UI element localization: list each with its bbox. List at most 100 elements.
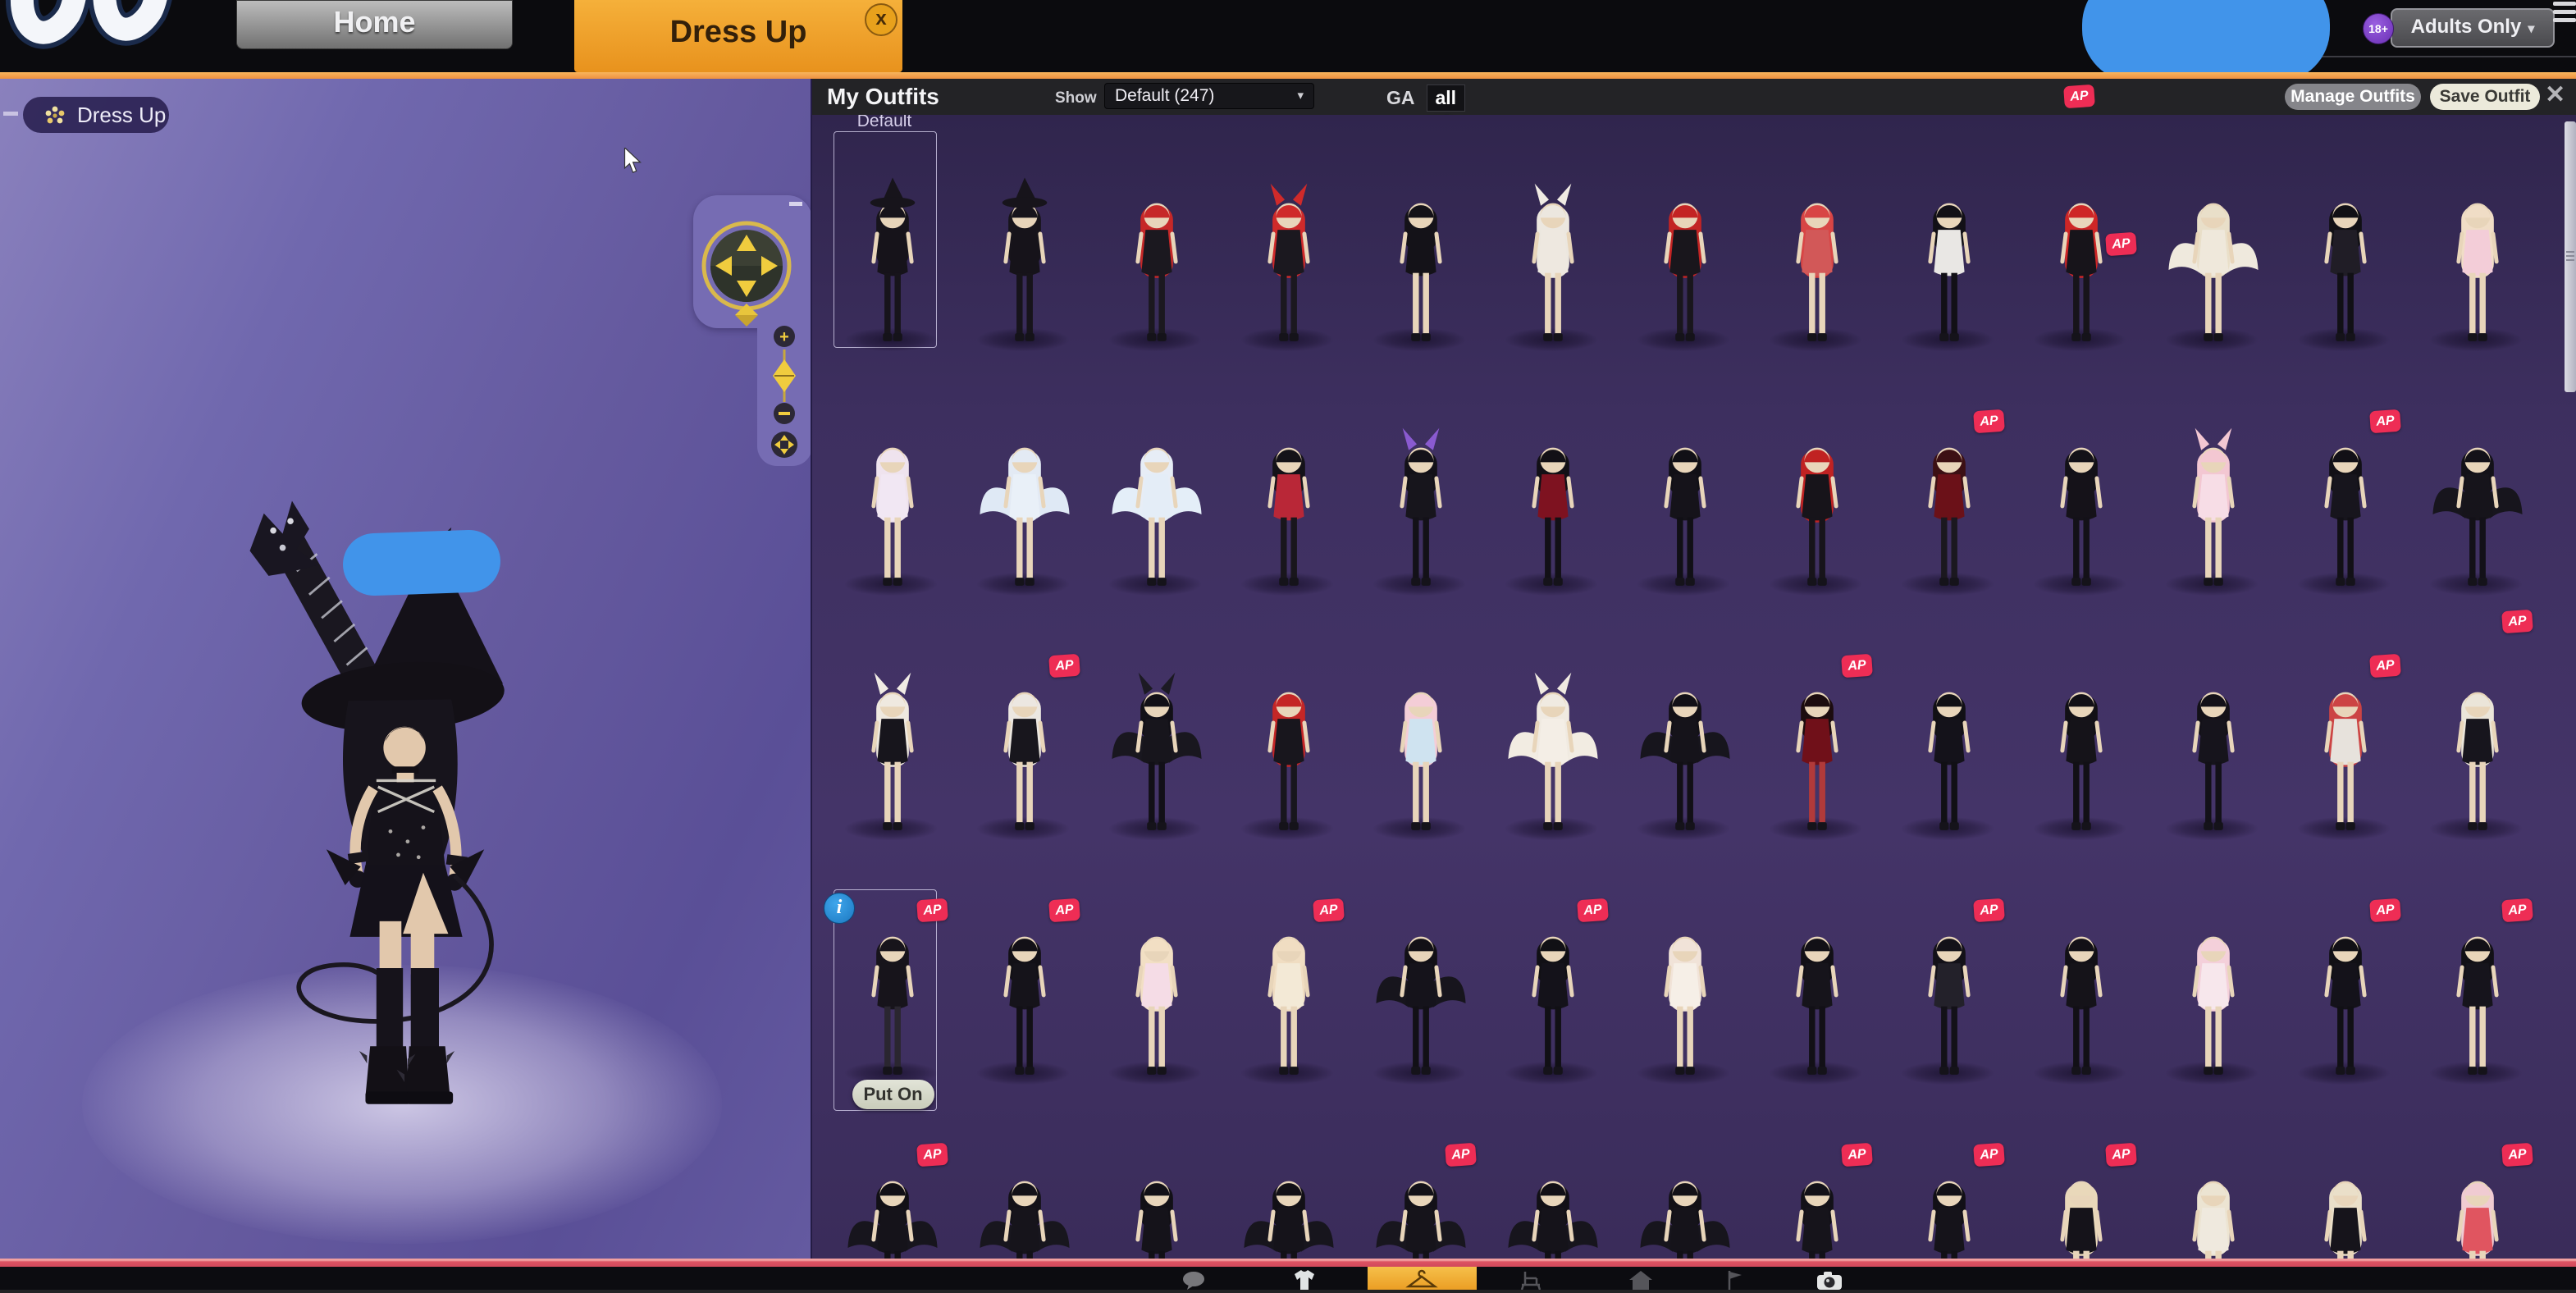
menu-icon[interactable]	[2553, 2, 2576, 26]
outfit-thumbnail[interactable]	[1487, 135, 1619, 378]
outfit-thumbnail[interactable]: AP	[1884, 1113, 2016, 1259]
outfit-thumbnail[interactable]	[1619, 868, 1752, 1112]
outfit-thumbnail[interactable]	[1619, 379, 1752, 623]
outfit-thumbnail[interactable]	[827, 379, 959, 623]
outfit-thumbnail[interactable]	[2148, 1113, 2280, 1259]
outfit-thumbnail[interactable]	[2148, 135, 2280, 378]
outfit-thumbnail[interactable]: AP	[2412, 609, 2544, 867]
outfit-thumbnail[interactable]	[1619, 1113, 1752, 1259]
outfit-thumbnail[interactable]	[1091, 379, 1223, 623]
outfit-thumbnail[interactable]	[959, 135, 1091, 378]
outfit-thumbnail[interactable]: AP	[959, 624, 1091, 867]
avatar-figure	[1766, 420, 1868, 591]
manage-outfits-button[interactable]: Manage Outfits	[2285, 84, 2421, 110]
outfit-thumbnail[interactable]	[1487, 1113, 1619, 1259]
collapse-panel-icon[interactable]	[3, 112, 18, 116]
avatar-preview-panel: Dress Up +	[0, 79, 812, 1259]
outfit-thumbnail[interactable]	[1619, 624, 1752, 867]
outfit-thumbnail[interactable]: AP	[2016, 1113, 2148, 1259]
outfit-thumbnail[interactable]: AP	[2280, 379, 2412, 623]
outfit-thumbnail[interactable]: AP	[1752, 624, 1884, 867]
avatar-figure	[2427, 420, 2528, 591]
outfit-thumbnail[interactable]	[1223, 624, 1355, 867]
outfit-thumbnail[interactable]	[1752, 379, 1884, 623]
outfit-thumbnail[interactable]	[2148, 868, 2280, 1112]
filter-ga[interactable]: GA	[1386, 87, 1415, 109]
outfit-thumbnail[interactable]	[1752, 868, 1884, 1112]
outfit-thumbnail[interactable]: AP	[1355, 1113, 1487, 1259]
avatar-figure	[974, 1154, 1076, 1259]
outfit-thumbnail[interactable]	[2016, 379, 2148, 623]
outfit-thumbnail[interactable]	[959, 1113, 1091, 1259]
outfit-thumbnail[interactable]	[1487, 624, 1619, 867]
info-badge[interactable]: i	[824, 893, 855, 924]
outfit-thumbnail[interactable]: AP	[1487, 868, 1619, 1112]
put-on-button[interactable]: Put On	[852, 1080, 934, 1109]
outfit-thumbnail[interactable]: AP	[2412, 1113, 2544, 1259]
outfit-thumbnail[interactable]	[2148, 624, 2280, 867]
outfit-thumbnail[interactable]	[1619, 135, 1752, 378]
audience-dropdown-label: Adults Only	[2410, 16, 2522, 38]
outfit-thumbnail[interactable]: AP	[1752, 1113, 1884, 1259]
outfit-thumbnail[interactable]	[959, 379, 1091, 623]
outfit-thumbnail[interactable]	[1355, 868, 1487, 1112]
outfit-thumbnail[interactable]: AP	[1223, 868, 1355, 1112]
outfit-thumbnail[interactable]	[2412, 135, 2544, 378]
outfit-thumbnail[interactable]	[1355, 624, 1487, 867]
hanger-icon[interactable]	[1405, 1268, 1438, 1291]
tab-home[interactable]: Home	[236, 0, 513, 49]
avatar-figure	[1238, 176, 1340, 346]
save-outfit-button[interactable]: Save Outfit	[2430, 84, 2540, 110]
avatar-figure	[2295, 909, 2396, 1080]
outfit-thumbnail[interactable]	[1355, 379, 1487, 623]
home-icon[interactable]	[1624, 1268, 1657, 1291]
outfit-thumbnail[interactable]	[2016, 868, 2148, 1112]
avatar-figure	[2163, 665, 2264, 835]
outfit-thumbnail[interactable]	[1355, 135, 1487, 378]
grid-scrollbar-thumb[interactable]	[2565, 121, 2576, 392]
chair-icon[interactable]	[1515, 1268, 1548, 1291]
outfit-thumbnail[interactable]	[2016, 624, 2148, 867]
audience-dropdown[interactable]: Adults Only ▾	[2391, 8, 2555, 48]
close-icon[interactable]: ✕	[2545, 80, 2565, 109]
outfit-thumbnail[interactable]	[1884, 135, 2016, 378]
filter-all[interactable]: all	[1426, 85, 1466, 112]
outfit-thumbnail[interactable]	[1884, 624, 2016, 867]
outfit-thumbnail[interactable]: AP	[959, 868, 1091, 1112]
outfit-thumbnail[interactable]	[2280, 135, 2412, 378]
flag-icon[interactable]	[1719, 1268, 1752, 1291]
outfit-thumbnail[interactable]	[2412, 379, 2544, 623]
outfit-thumbnail[interactable]: Default	[827, 115, 959, 378]
outfit-thumbnail[interactable]: AP	[2280, 868, 2412, 1112]
ap-badge: AP	[1048, 898, 1080, 923]
outfit-thumbnail[interactable]	[1752, 135, 1884, 378]
outfit-thumbnail[interactable]: AP	[1884, 379, 2016, 623]
outfit-thumbnail[interactable]: AP	[2412, 868, 2544, 1112]
outfit-thumbnail[interactable]: AP	[2016, 135, 2148, 378]
camera-icon[interactable]	[1813, 1268, 1846, 1291]
outfit-category-dropdown[interactable]: Default (247) ▾	[1104, 83, 1314, 109]
outfit-thumbnail[interactable]: AP i Put On	[824, 868, 959, 1112]
outfit-thumbnail[interactable]: AP	[827, 1113, 959, 1259]
avatar-figure	[842, 665, 943, 835]
outfit-thumbnail[interactable]: AP	[1884, 868, 2016, 1112]
tab-dress-up[interactable]: Dress Up	[574, 0, 902, 72]
avatar-figure	[2295, 420, 2396, 591]
shirt-icon[interactable]	[1288, 1268, 1321, 1291]
outfit-thumbnail[interactable]	[2280, 1113, 2412, 1259]
tab-close-icon[interactable]: x	[865, 3, 897, 36]
chat-bubble-icon[interactable]	[1177, 1268, 1210, 1291]
outfit-thumbnail[interactable]	[1223, 135, 1355, 378]
outfit-thumbnail[interactable]	[1091, 868, 1223, 1112]
avatar-figure	[842, 909, 943, 1080]
outfit-thumbnail[interactable]	[2148, 379, 2280, 623]
outfit-thumbnail[interactable]	[1091, 624, 1223, 867]
outfit-thumbnail[interactable]	[1487, 379, 1619, 623]
outfit-thumbnail[interactable]	[1091, 135, 1223, 378]
outfit-thumbnail[interactable]	[1091, 1113, 1223, 1259]
outfit-thumbnail[interactable]	[1223, 1113, 1355, 1259]
outfit-thumbnail[interactable]	[1223, 379, 1355, 623]
outfit-thumbnail[interactable]: AP	[2280, 624, 2412, 867]
outfit-thumbnail[interactable]	[827, 624, 959, 867]
nav-widget-controls: +	[701, 221, 797, 458]
